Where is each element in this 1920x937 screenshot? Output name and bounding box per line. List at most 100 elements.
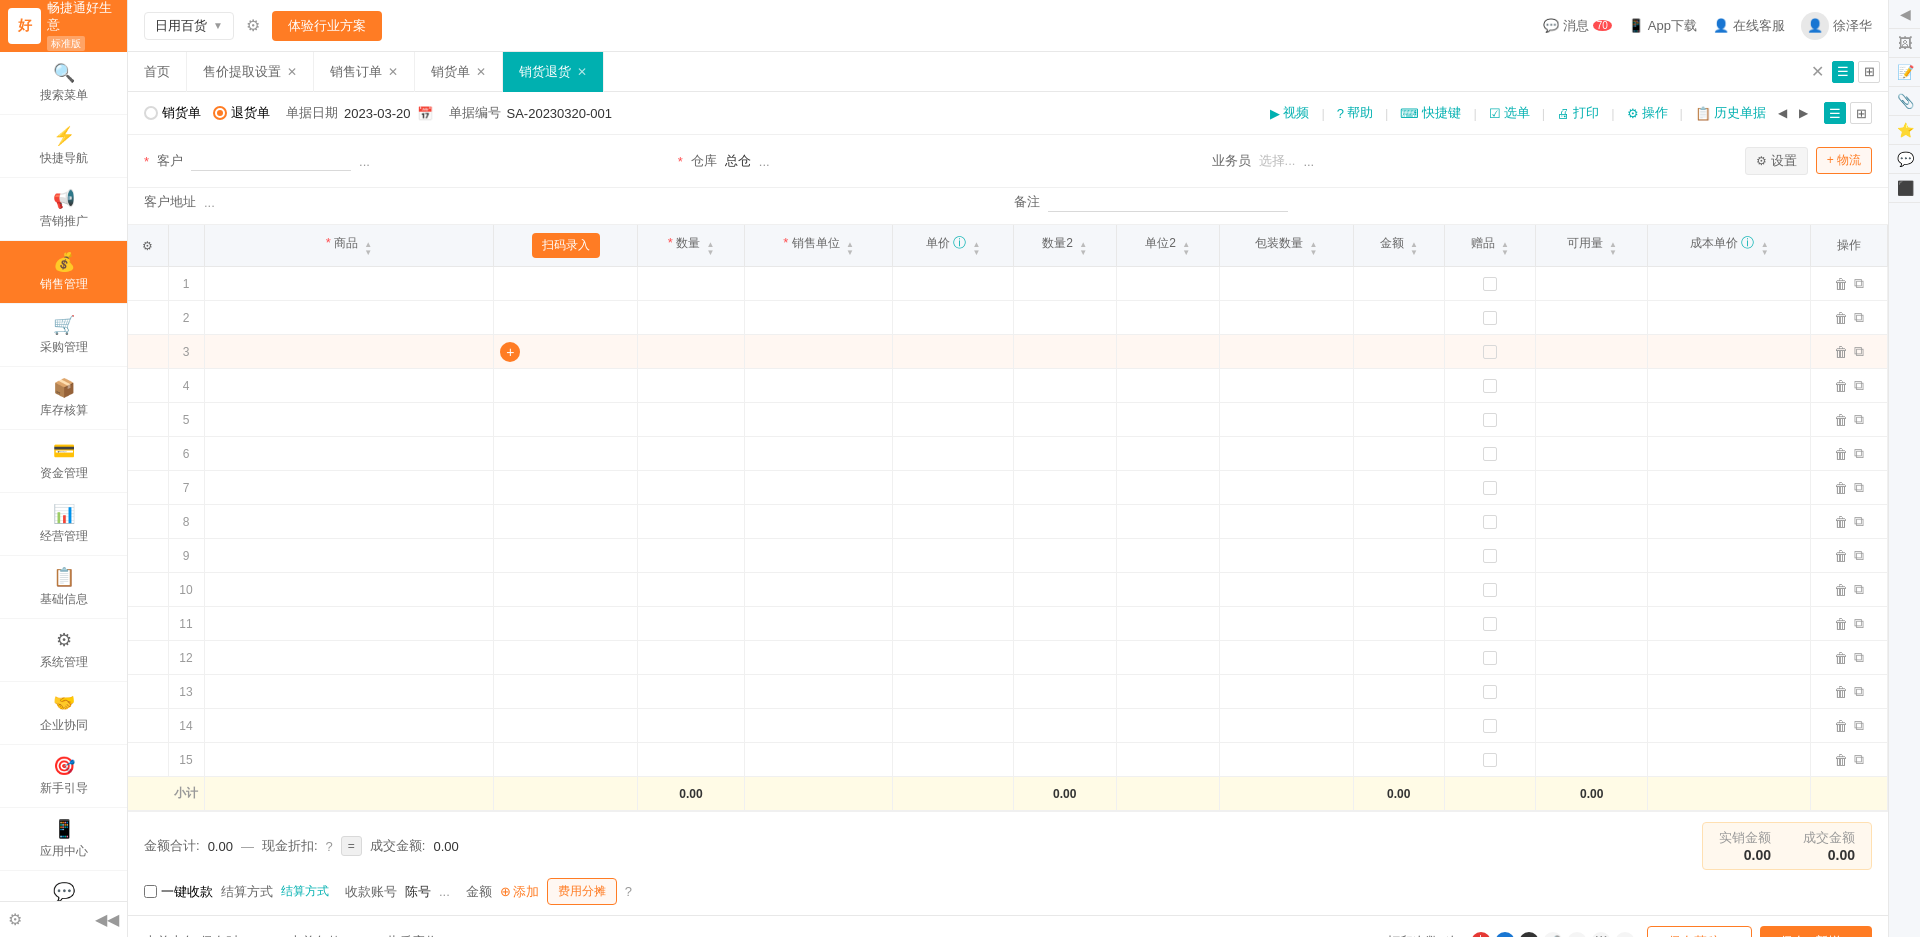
row-15-price[interactable] [893, 743, 1013, 777]
note-input[interactable] [1048, 192, 1288, 212]
row-9-amount[interactable] [1353, 539, 1444, 573]
row-3-product[interactable] [204, 335, 494, 369]
row-3-qty[interactable] [638, 335, 744, 369]
delete-icon-3[interactable]: 🗑 [1834, 344, 1848, 360]
gift-checkbox-2[interactable] [1483, 311, 1497, 325]
industry-select[interactable]: 日用百货 ▼ [144, 12, 234, 40]
row-12-packqty[interactable] [1219, 641, 1353, 675]
sidebar-item-search[interactable]: 🔍搜索菜单 [0, 52, 127, 115]
row-9-qty[interactable] [638, 539, 744, 573]
experience-btn[interactable]: 体验行业方案 [272, 11, 382, 41]
row-12-unit[interactable] [744, 641, 893, 675]
price-sort-icon[interactable]: ▲▼ [972, 241, 980, 257]
delete-icon-4[interactable]: 🗑 [1834, 378, 1848, 394]
amount-sort-icon[interactable]: ▲▼ [1410, 241, 1418, 257]
row-1-price[interactable] [893, 267, 1013, 301]
gift-checkbox-13[interactable] [1483, 685, 1497, 699]
row-13-qty2[interactable] [1013, 675, 1116, 709]
copy-icon-10[interactable]: ⧉ [1854, 581, 1864, 598]
col-scan[interactable]: 扫码录入 [494, 225, 638, 267]
row-11-price[interactable] [893, 607, 1013, 641]
select-doc-action[interactable]: ☑ 选单 [1489, 104, 1530, 122]
row-12-qty[interactable] [638, 641, 744, 675]
row-3-packqty[interactable] [1219, 335, 1353, 369]
row-14-qty2[interactable] [1013, 709, 1116, 743]
row-7-price[interactable] [893, 471, 1013, 505]
print-action[interactable]: 🖨 打印 [1557, 104, 1599, 122]
row-5-packqty[interactable] [1219, 403, 1353, 437]
scan-btn[interactable]: 扫码录入 [532, 233, 600, 258]
row-11-qty2[interactable] [1013, 607, 1116, 641]
row-11-packqty[interactable] [1219, 607, 1353, 641]
close-tab-sale-order-icon[interactable]: ✕ [388, 65, 398, 79]
row-14-unit2[interactable] [1116, 709, 1219, 743]
row-6-price[interactable] [893, 437, 1013, 471]
row-13-qty[interactable] [638, 675, 744, 709]
row-4-unit[interactable] [744, 369, 893, 403]
gift-checkbox-10[interactable] [1483, 583, 1497, 597]
delete-icon-5[interactable]: 🗑 [1834, 412, 1848, 428]
row-10-packqty[interactable] [1219, 573, 1353, 607]
row-12-price[interactable] [893, 641, 1013, 675]
sidebar-item-wechat[interactable]: 💬企业微信 [0, 871, 127, 901]
customer-dots[interactable]: ... [359, 154, 370, 169]
row-10-unit[interactable] [744, 573, 893, 607]
row-6-amount[interactable] [1353, 437, 1444, 471]
delete-icon-2[interactable]: 🗑 [1834, 310, 1848, 326]
row-7-product[interactable] [204, 471, 494, 505]
qty2-sort-icon[interactable]: ▲▼ [1079, 241, 1087, 257]
add-row-btn-3[interactable]: + [500, 342, 520, 362]
sidebar-item-finance[interactable]: 💳资金管理 [0, 430, 127, 493]
gift-checkbox-12[interactable] [1483, 651, 1497, 665]
delete-icon-6[interactable]: 🗑 [1834, 446, 1848, 462]
row-5-unit[interactable] [744, 403, 893, 437]
row-14-cost[interactable] [1648, 709, 1811, 743]
row-15-amount[interactable] [1353, 743, 1444, 777]
row-1-amount[interactable] [1353, 267, 1444, 301]
row-3-available[interactable] [1535, 335, 1648, 369]
row-2-amount[interactable] [1353, 301, 1444, 335]
sidebar-item-purchase[interactable]: 🛒采购管理 [0, 304, 127, 367]
gift-checkbox-3[interactable] [1483, 345, 1497, 359]
row-2-available[interactable] [1535, 301, 1648, 335]
row-7-amount[interactable] [1353, 471, 1444, 505]
split-btn[interactable]: 费用分摊 [547, 878, 617, 905]
settings-gear-icon[interactable]: ⚙ [246, 16, 260, 35]
unit-sort-icon[interactable]: ▲▼ [846, 241, 854, 257]
row-4-unit2[interactable] [1116, 369, 1219, 403]
row-5-cost[interactable] [1648, 403, 1811, 437]
row-8-available[interactable] [1535, 505, 1648, 539]
row-4-available[interactable] [1535, 369, 1648, 403]
row-9-unit[interactable] [744, 539, 893, 573]
gift-checkbox-8[interactable] [1483, 515, 1497, 529]
gift-checkbox-1[interactable] [1483, 277, 1497, 291]
row-11-unit2[interactable] [1116, 607, 1219, 641]
one-click-pay-checkbox[interactable]: 一键收款 [144, 883, 213, 901]
message-btn[interactable]: 💬 消息 70 [1543, 17, 1612, 35]
gift-checkbox-11[interactable] [1483, 617, 1497, 631]
row-2-product[interactable] [204, 301, 494, 335]
row-14-qty[interactable] [638, 709, 744, 743]
row-3-qty2[interactable] [1013, 335, 1116, 369]
row-3-cost[interactable] [1648, 335, 1811, 369]
pack-sort-icon[interactable]: ▲▼ [1309, 241, 1317, 257]
row-13-cost[interactable] [1648, 675, 1811, 709]
row-1-cost[interactable] [1648, 267, 1811, 301]
gift-checkbox-6[interactable] [1483, 447, 1497, 461]
copy-icon-6[interactable]: ⧉ [1854, 445, 1864, 462]
row-11-available[interactable] [1535, 607, 1648, 641]
row-10-qty[interactable] [638, 573, 744, 607]
row-8-product[interactable] [204, 505, 494, 539]
row-13-amount[interactable] [1353, 675, 1444, 709]
row-2-packqty[interactable] [1219, 301, 1353, 335]
copy-icon-14[interactable]: ⧉ [1854, 717, 1864, 734]
row-2-cost[interactable] [1648, 301, 1811, 335]
gift-sort-icon[interactable]: ▲▼ [1501, 241, 1509, 257]
copy-icon-11[interactable]: ⧉ [1854, 615, 1864, 632]
gift-checkbox-9[interactable] [1483, 549, 1497, 563]
tab-sale-out[interactable]: 销货单✕ [415, 52, 503, 92]
row-13-unit2[interactable] [1116, 675, 1219, 709]
history-action[interactable]: 📋 历史单据 [1695, 104, 1766, 122]
row-8-amount[interactable] [1353, 505, 1444, 539]
row-2-price[interactable] [893, 301, 1013, 335]
